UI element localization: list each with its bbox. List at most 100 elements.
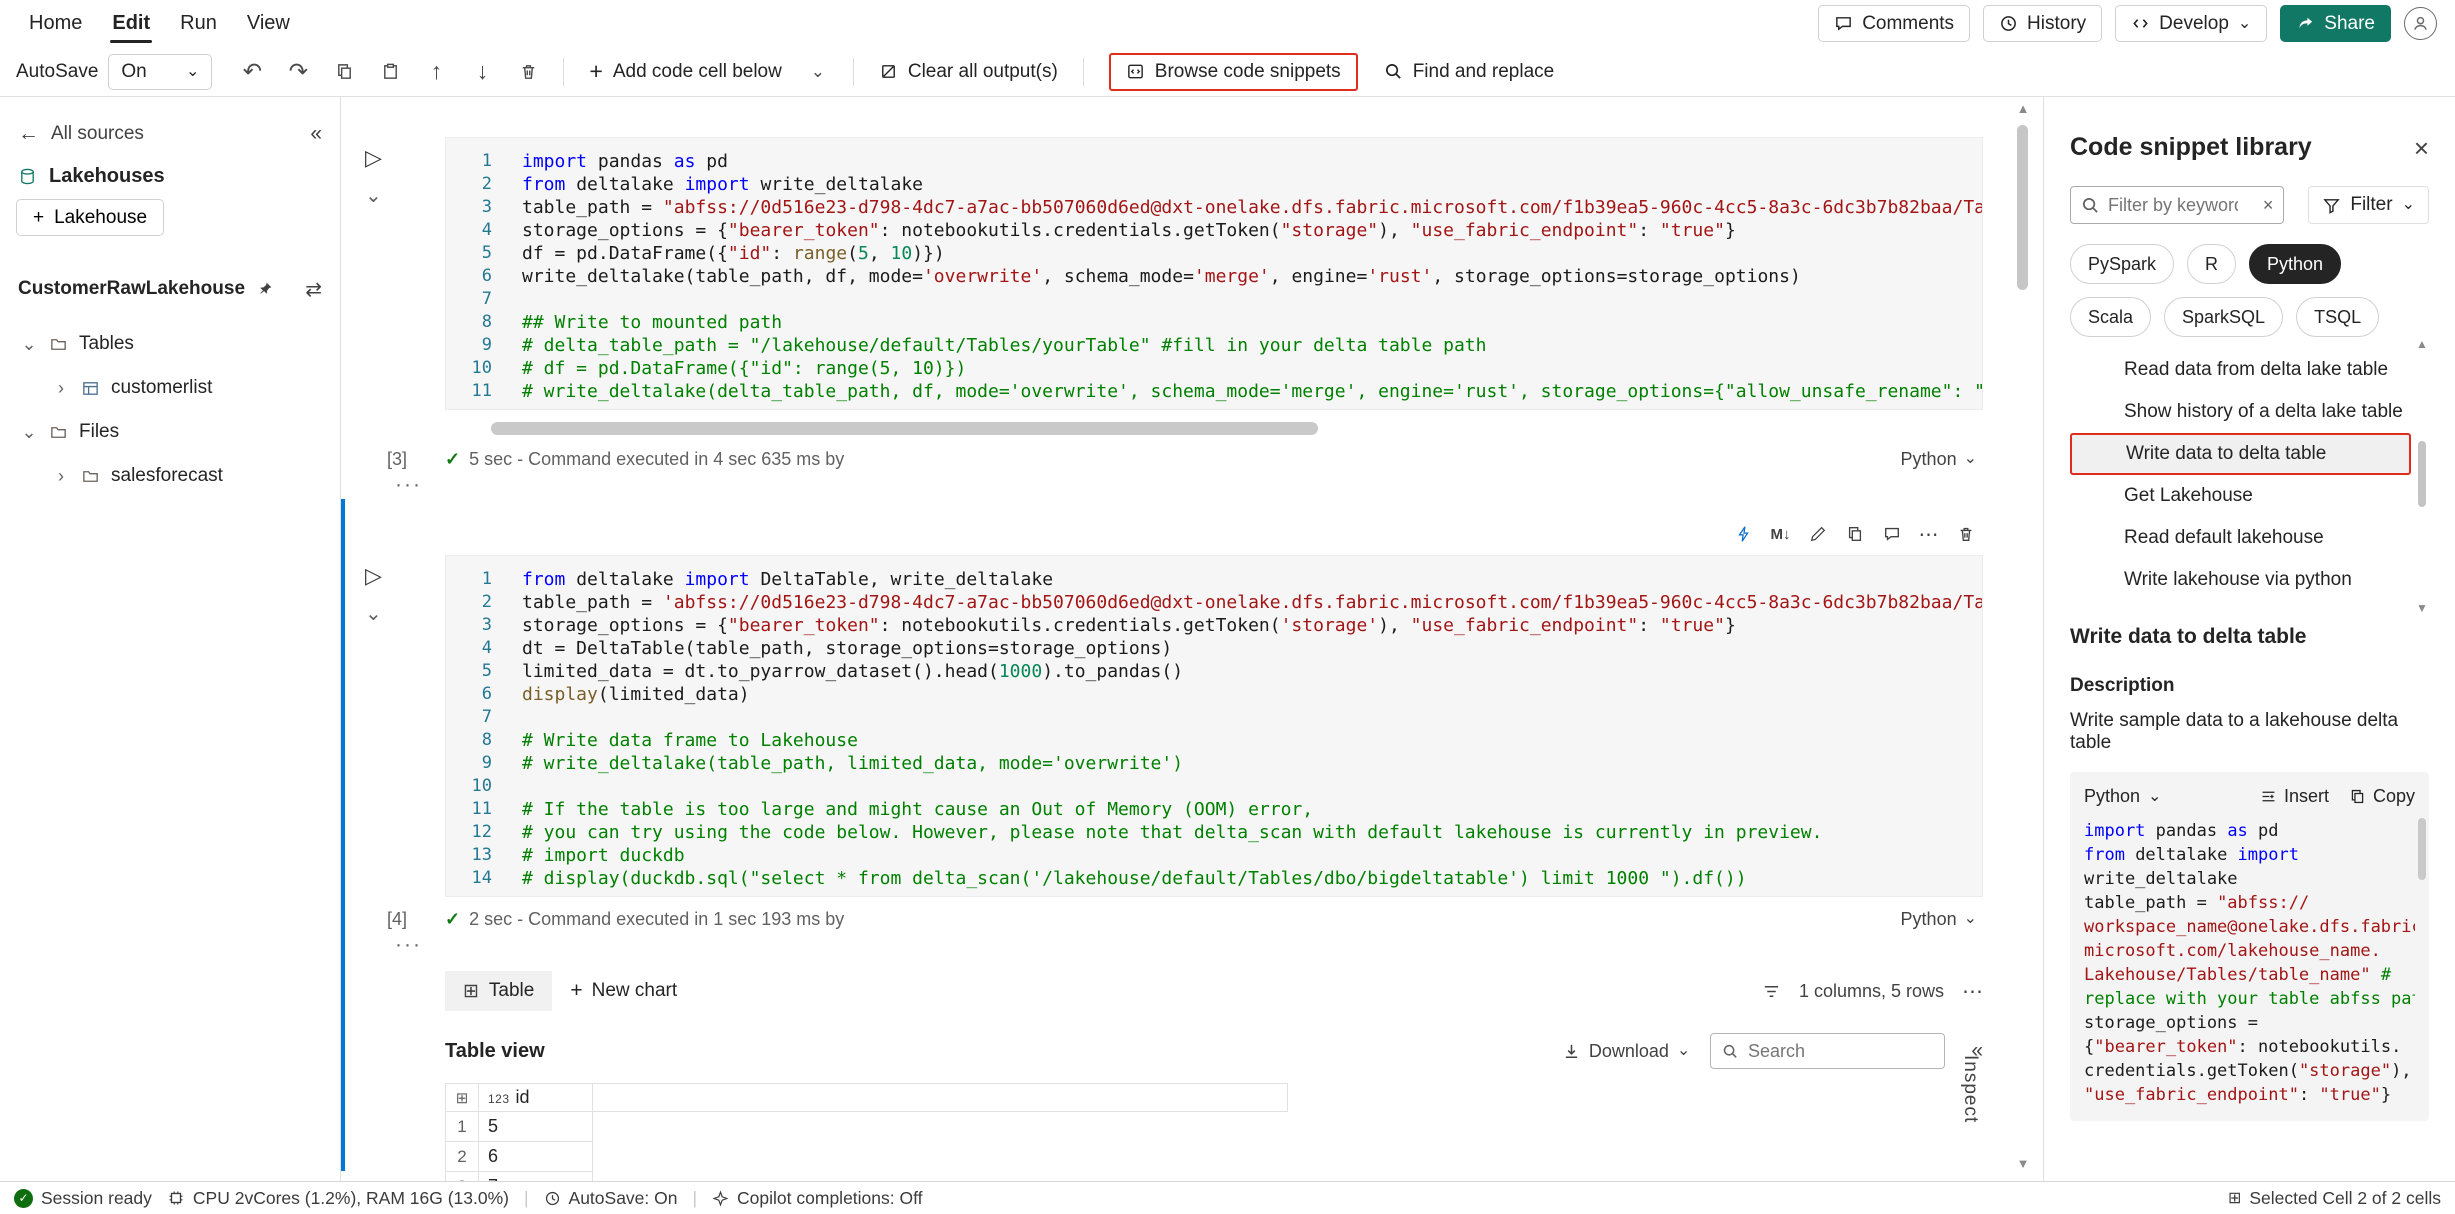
scroll-down-icon[interactable]: ▼ bbox=[2415, 601, 2429, 615]
add-lakehouse-button[interactable]: + Lakehouse bbox=[16, 199, 164, 236]
cell-language-dropdown[interactable]: Python ⌄ bbox=[1901, 449, 1983, 470]
scrollbar-thumb[interactable] bbox=[2418, 818, 2426, 880]
code-editor[interactable]: 1from deltalake import DeltaTable, write… bbox=[445, 555, 1983, 897]
run-cell-button[interactable]: ▷ bbox=[365, 145, 445, 171]
copy-cell-button[interactable] bbox=[1837, 519, 1872, 549]
list-scrollbar[interactable]: ▲ ▼ bbox=[2415, 337, 2429, 615]
snippet-code[interactable]: import pandas as pdfrom deltalake import… bbox=[2070, 817, 2429, 1107]
autosave-dropdown[interactable]: On ⌄ bbox=[108, 54, 212, 90]
switch-lakehouse-icon[interactable]: ⇄ bbox=[305, 277, 322, 302]
snippet-search-input[interactable] bbox=[2108, 195, 2238, 216]
download-button[interactable]: Download ⌄ bbox=[1562, 1041, 1690, 1062]
table-row[interactable]: 3 7 bbox=[446, 1172, 1288, 1182]
tree-node-customerlist[interactable]: › customerlist bbox=[0, 366, 340, 410]
snippet-item[interactable]: Read data from delta lake table bbox=[2070, 349, 2411, 391]
chip-python[interactable]: Python bbox=[2249, 244, 2341, 284]
scrollbar-thumb[interactable] bbox=[2017, 125, 2028, 290]
collapsed-output-indicator[interactable]: ··· bbox=[345, 933, 1983, 963]
snippet-item[interactable]: Show history of a delta lake table bbox=[2070, 391, 2411, 433]
column-header-id[interactable]: 123id bbox=[479, 1084, 593, 1112]
table-row[interactable]: 2 6 bbox=[446, 1142, 1288, 1172]
clear-outputs-button[interactable]: Clear all output(s) bbox=[869, 61, 1068, 83]
add-code-cell-button[interactable]: + Add code cell below bbox=[579, 58, 791, 85]
menu-tab-edit[interactable]: Edit bbox=[97, 2, 165, 45]
chip-pyspark[interactable]: PySpark bbox=[2070, 244, 2174, 284]
develop-button[interactable]: Develop ⌄ bbox=[2115, 5, 2267, 42]
share-button[interactable]: Share bbox=[2280, 5, 2391, 42]
snippet-item[interactable]: Write lakehouse via python bbox=[2070, 559, 2411, 601]
run-by-line-button[interactable] bbox=[1726, 519, 1761, 549]
menu-tab-view[interactable]: View bbox=[232, 2, 305, 45]
snippet-search-box[interactable]: × bbox=[2070, 186, 2284, 224]
comments-button[interactable]: Comments bbox=[1818, 5, 1970, 42]
close-panel-icon[interactable]: × bbox=[2414, 135, 2429, 161]
snippet-item[interactable]: Read default lakehouse bbox=[2070, 517, 2411, 559]
tree-node-salesforecast[interactable]: › salesforecast bbox=[0, 454, 340, 498]
run-cell-button[interactable]: ▷ bbox=[365, 563, 445, 589]
resource-usage[interactable]: CPU 2vCores (1.2%), RAM 16G (13.0%) bbox=[167, 1188, 509, 1209]
scroll-up-icon[interactable]: ▲ bbox=[2416, 337, 2428, 351]
copilot-status[interactable]: Copilot completions: Off bbox=[712, 1188, 922, 1209]
active-lakehouse-row[interactable]: CustomerRawLakehouse ⇄ bbox=[0, 268, 340, 310]
delete-cell-button[interactable] bbox=[1948, 519, 1983, 549]
collapse-explorer-icon[interactable]: « bbox=[310, 122, 322, 146]
session-status[interactable]: ✓ Session ready bbox=[14, 1188, 152, 1209]
cell-language-dropdown[interactable]: Python ⌄ bbox=[1901, 909, 1983, 930]
chip-tsql[interactable]: TSQL bbox=[2296, 297, 2379, 337]
more-output-options-button[interactable]: ⋯ bbox=[1962, 979, 1983, 1004]
code-editor[interactable]: 1import pandas as pd2from deltalake impo… bbox=[445, 137, 1983, 410]
copy-button[interactable] bbox=[324, 53, 364, 91]
chip-scala[interactable]: Scala bbox=[2070, 297, 2151, 337]
scroll-up-icon[interactable]: ▲ bbox=[2017, 101, 2030, 116]
edit-cell-button[interactable] bbox=[1800, 519, 1835, 549]
table-row[interactable]: 1 5 bbox=[446, 1112, 1288, 1142]
pin-icon[interactable] bbox=[257, 281, 273, 297]
collapse-cell-icon[interactable]: ⌄ bbox=[365, 601, 445, 626]
menu-tab-home[interactable]: Home bbox=[14, 2, 97, 45]
table-search-input[interactable] bbox=[1748, 1041, 1933, 1062]
chip-r[interactable]: R bbox=[2187, 244, 2236, 284]
filter-rows-icon[interactable] bbox=[1762, 982, 1781, 1001]
table-search-box[interactable] bbox=[1710, 1033, 1945, 1069]
collapse-cell-icon[interactable]: ⌄ bbox=[365, 183, 445, 208]
undo-button[interactable]: ↶ bbox=[232, 53, 272, 91]
tree-node-files[interactable]: ⌄ Files bbox=[0, 410, 340, 454]
notebook-scrollbar[interactable]: ▲ ▼ bbox=[2015, 101, 2031, 1171]
snippet-language-dropdown[interactable]: Python ⌄ bbox=[2084, 786, 2161, 807]
code-cell-2[interactable]: M↓ ⋯ ▷ bbox=[345, 519, 1983, 1181]
new-chart-button[interactable]: + New chart bbox=[552, 971, 695, 1011]
clear-search-icon[interactable]: × bbox=[2263, 195, 2274, 216]
move-up-button[interactable]: ↑ bbox=[416, 53, 456, 91]
comment-cell-button[interactable] bbox=[1874, 519, 1909, 549]
insert-snippet-button[interactable]: Insert bbox=[2260, 786, 2329, 807]
tree-node-tables[interactable]: ⌄ Tables bbox=[0, 322, 340, 366]
redo-button[interactable]: ↷ bbox=[278, 53, 318, 91]
all-sources-link[interactable]: All sources bbox=[51, 123, 144, 145]
inspect-tab[interactable]: Inspect bbox=[1959, 1055, 1981, 1123]
find-and-replace-button[interactable]: Find and replace bbox=[1374, 61, 1565, 83]
back-icon[interactable]: ← bbox=[18, 122, 39, 146]
move-down-button[interactable]: ↓ bbox=[462, 53, 502, 91]
add-cell-type-dropdown[interactable]: ⌄ bbox=[798, 53, 838, 91]
scrollbar-thumb[interactable] bbox=[2418, 441, 2426, 507]
scroll-down-icon[interactable]: ▼ bbox=[2015, 1156, 2031, 1171]
filter-button[interactable]: Filter ⌄ bbox=[2308, 186, 2429, 224]
delete-cell-button[interactable] bbox=[508, 53, 548, 91]
collapsed-output-indicator[interactable]: ··· bbox=[345, 473, 1983, 503]
snippet-item[interactable]: Get Lakehouse bbox=[2070, 475, 2411, 517]
more-cell-actions-button[interactable]: ⋯ bbox=[1911, 519, 1946, 549]
horizontal-scrollbar[interactable] bbox=[491, 422, 1967, 435]
code-cell-1[interactable]: ▷ ⌄ 1import pandas as pd2from deltalake … bbox=[345, 137, 1983, 503]
chip-sparksql[interactable]: SparkSQL bbox=[2164, 297, 2283, 337]
copy-snippet-button[interactable]: Copy bbox=[2349, 786, 2415, 807]
menu-tab-run[interactable]: Run bbox=[165, 2, 232, 45]
select-all-cell[interactable]: ⊞ bbox=[446, 1084, 479, 1112]
tab-table[interactable]: ⊞ Table bbox=[445, 971, 552, 1011]
browse-code-snippets-button[interactable]: Browse code snippets bbox=[1109, 53, 1358, 91]
history-button[interactable]: History bbox=[1983, 5, 2102, 42]
account-avatar[interactable] bbox=[2404, 7, 2437, 40]
snippet-item-selected[interactable]: Write data to delta table bbox=[2070, 433, 2411, 475]
autosave-status[interactable]: AutoSave: On bbox=[544, 1188, 678, 1209]
convert-to-markdown-button[interactable]: M↓ bbox=[1763, 519, 1798, 549]
paste-button[interactable] bbox=[370, 53, 410, 91]
